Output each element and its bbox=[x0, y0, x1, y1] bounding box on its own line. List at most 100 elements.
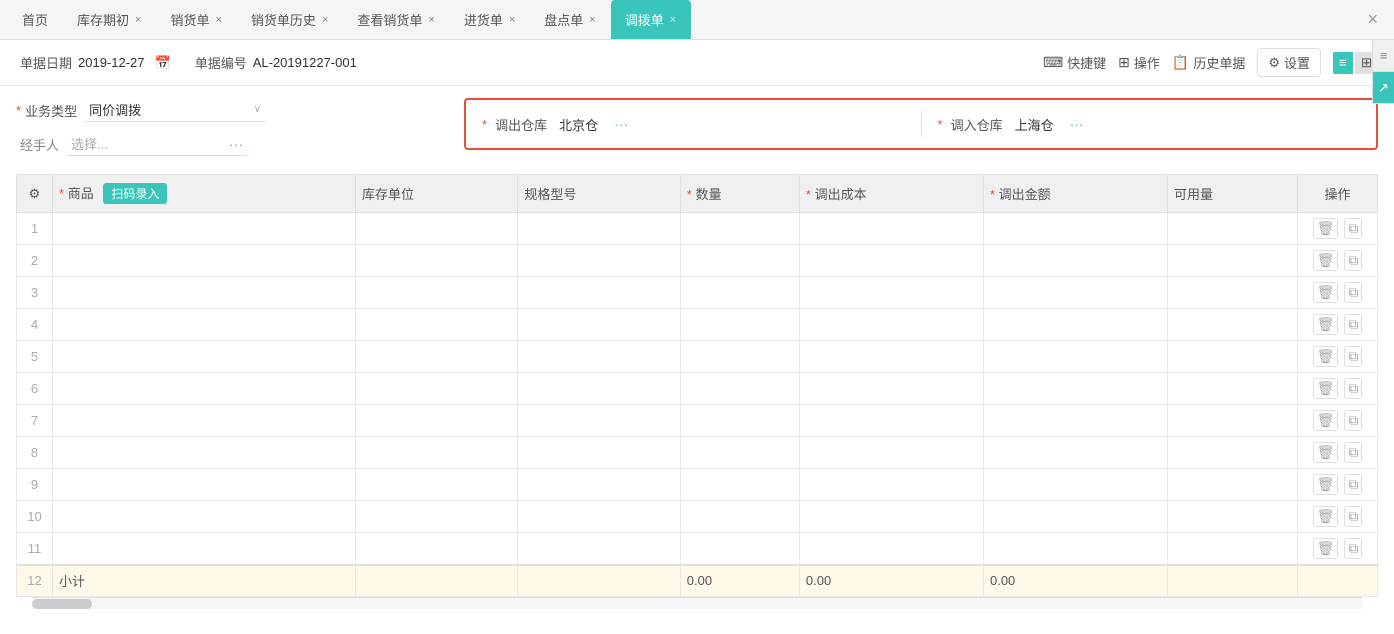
row-5-amount[interactable] bbox=[983, 341, 1167, 373]
row-2-copy-button[interactable]: ⧉ bbox=[1344, 250, 1362, 271]
row-10-amount[interactable] bbox=[983, 501, 1167, 533]
row-6-unit[interactable] bbox=[356, 373, 518, 405]
row-11-product[interactable] bbox=[53, 533, 356, 565]
business-type-field[interactable]: 同价调拨 ∨ bbox=[85, 98, 265, 122]
row-9-spec[interactable] bbox=[518, 469, 680, 501]
row-3-copy-button[interactable]: ⧉ bbox=[1344, 282, 1362, 303]
tab-home[interactable]: 首页 bbox=[8, 0, 63, 39]
row-2-delete-button[interactable]: 🗑 bbox=[1313, 250, 1339, 271]
row-2-unit[interactable] bbox=[356, 245, 518, 277]
row-7-product[interactable] bbox=[53, 405, 356, 437]
row-10-qty[interactable] bbox=[680, 501, 799, 533]
row-5-delete-button[interactable]: 🗑 bbox=[1313, 346, 1339, 367]
tab-sales-order[interactable]: 销货单 × bbox=[156, 0, 236, 39]
row-2-cost[interactable] bbox=[799, 245, 983, 277]
tab-stocktake-close[interactable]: × bbox=[589, 14, 595, 26]
row-7-amount[interactable] bbox=[983, 405, 1167, 437]
row-1-qty[interactable] bbox=[680, 213, 799, 245]
row-9-unit[interactable] bbox=[356, 469, 518, 501]
row-4-spec[interactable] bbox=[518, 309, 680, 341]
handler-more-icon[interactable]: ··· bbox=[229, 136, 243, 152]
row-8-spec[interactable] bbox=[518, 437, 680, 469]
row-3-delete-button[interactable]: 🗑 bbox=[1313, 282, 1339, 303]
sidebar-expand-icon[interactable]: ↗ bbox=[1373, 72, 1394, 104]
tab-view-sales[interactable]: 查看销货单 × bbox=[343, 0, 449, 39]
row-8-product[interactable] bbox=[53, 437, 356, 469]
tab-transfer-close[interactable]: × bbox=[670, 14, 676, 26]
row-1-delete-button[interactable]: 🗑 bbox=[1313, 218, 1339, 239]
row-3-amount[interactable] bbox=[983, 277, 1167, 309]
row-1-product[interactable] bbox=[53, 213, 356, 245]
transfer-in-more-icon[interactable]: ··· bbox=[1070, 116, 1084, 132]
operations-button[interactable]: ⊞ 操作 bbox=[1118, 53, 1160, 72]
row-9-cost[interactable] bbox=[799, 469, 983, 501]
row-10-delete-button[interactable]: 🗑 bbox=[1313, 506, 1339, 527]
tab-sales-history-close[interactable]: × bbox=[322, 14, 328, 26]
row-11-cost[interactable] bbox=[799, 533, 983, 565]
row-9-available[interactable] bbox=[1168, 469, 1298, 501]
row-2-product[interactable] bbox=[53, 245, 356, 277]
row-11-qty[interactable] bbox=[680, 533, 799, 565]
row-10-unit[interactable] bbox=[356, 501, 518, 533]
row-5-available[interactable] bbox=[1168, 341, 1298, 373]
row-3-available[interactable] bbox=[1168, 277, 1298, 309]
row-8-copy-button[interactable]: ⧉ bbox=[1344, 442, 1362, 463]
row-7-delete-button[interactable]: 🗑 bbox=[1313, 410, 1339, 431]
row-3-spec[interactable] bbox=[518, 277, 680, 309]
row-1-amount[interactable] bbox=[983, 213, 1167, 245]
row-11-copy-button[interactable]: ⧉ bbox=[1344, 538, 1362, 559]
scan-barcode-button[interactable]: 扫码录入 bbox=[103, 183, 167, 204]
row-6-available[interactable] bbox=[1168, 373, 1298, 405]
row-9-delete-button[interactable]: 🗑 bbox=[1313, 474, 1339, 495]
row-6-product[interactable] bbox=[53, 373, 356, 405]
row-7-qty[interactable] bbox=[680, 405, 799, 437]
row-1-unit[interactable] bbox=[356, 213, 518, 245]
horizontal-scrollbar[interactable] bbox=[32, 597, 1362, 609]
tab-sales-history[interactable]: 销货单历史 × bbox=[237, 0, 343, 39]
row-9-product[interactable] bbox=[53, 469, 356, 501]
sidebar-list-icon[interactable]: ≡ bbox=[1373, 40, 1394, 72]
tab-sales-order-close[interactable]: × bbox=[215, 14, 221, 26]
row-10-available[interactable] bbox=[1168, 501, 1298, 533]
row-8-unit[interactable] bbox=[356, 437, 518, 469]
row-2-spec[interactable] bbox=[518, 245, 680, 277]
row-5-spec[interactable] bbox=[518, 341, 680, 373]
row-5-qty[interactable] bbox=[680, 341, 799, 373]
row-4-unit[interactable] bbox=[356, 309, 518, 341]
row-4-amount[interactable] bbox=[983, 309, 1167, 341]
row-2-amount[interactable] bbox=[983, 245, 1167, 277]
row-8-delete-button[interactable]: 🗑 bbox=[1313, 442, 1339, 463]
tab-purchase-close[interactable]: × bbox=[509, 14, 515, 26]
transfer-out-more-icon[interactable]: ··· bbox=[614, 116, 628, 132]
row-7-copy-button[interactable]: ⧉ bbox=[1344, 410, 1362, 431]
row-1-available[interactable] bbox=[1168, 213, 1298, 245]
row-10-cost[interactable] bbox=[799, 501, 983, 533]
row-5-cost[interactable] bbox=[799, 341, 983, 373]
view-mode-list[interactable]: ≡ bbox=[1333, 52, 1353, 74]
row-8-qty[interactable] bbox=[680, 437, 799, 469]
row-4-copy-button[interactable]: ⧉ bbox=[1344, 314, 1362, 335]
row-9-copy-button[interactable]: ⧉ bbox=[1344, 474, 1362, 495]
row-8-amount[interactable] bbox=[983, 437, 1167, 469]
row-6-spec[interactable] bbox=[518, 373, 680, 405]
handler-field[interactable]: 选择... ··· bbox=[67, 132, 247, 156]
row-11-available[interactable] bbox=[1168, 533, 1298, 565]
row-7-cost[interactable] bbox=[799, 405, 983, 437]
scroll-thumb[interactable] bbox=[32, 599, 92, 609]
row-6-qty[interactable] bbox=[680, 373, 799, 405]
row-10-copy-button[interactable]: ⧉ bbox=[1344, 506, 1362, 527]
date-value[interactable]: 2019-12-27 bbox=[78, 55, 145, 70]
row-1-copy-button[interactable]: ⧉ bbox=[1344, 218, 1362, 239]
row-4-available[interactable] bbox=[1168, 309, 1298, 341]
tab-inventory-init-close[interactable]: × bbox=[135, 14, 141, 26]
row-3-cost[interactable] bbox=[799, 277, 983, 309]
row-3-qty[interactable] bbox=[680, 277, 799, 309]
row-4-cost[interactable] bbox=[799, 309, 983, 341]
row-8-cost[interactable] bbox=[799, 437, 983, 469]
row-5-unit[interactable] bbox=[356, 341, 518, 373]
row-2-available[interactable] bbox=[1168, 245, 1298, 277]
row-3-product[interactable] bbox=[53, 277, 356, 309]
tab-view-sales-close[interactable]: × bbox=[428, 14, 434, 26]
row-1-cost[interactable] bbox=[799, 213, 983, 245]
row-5-product[interactable] bbox=[53, 341, 356, 373]
